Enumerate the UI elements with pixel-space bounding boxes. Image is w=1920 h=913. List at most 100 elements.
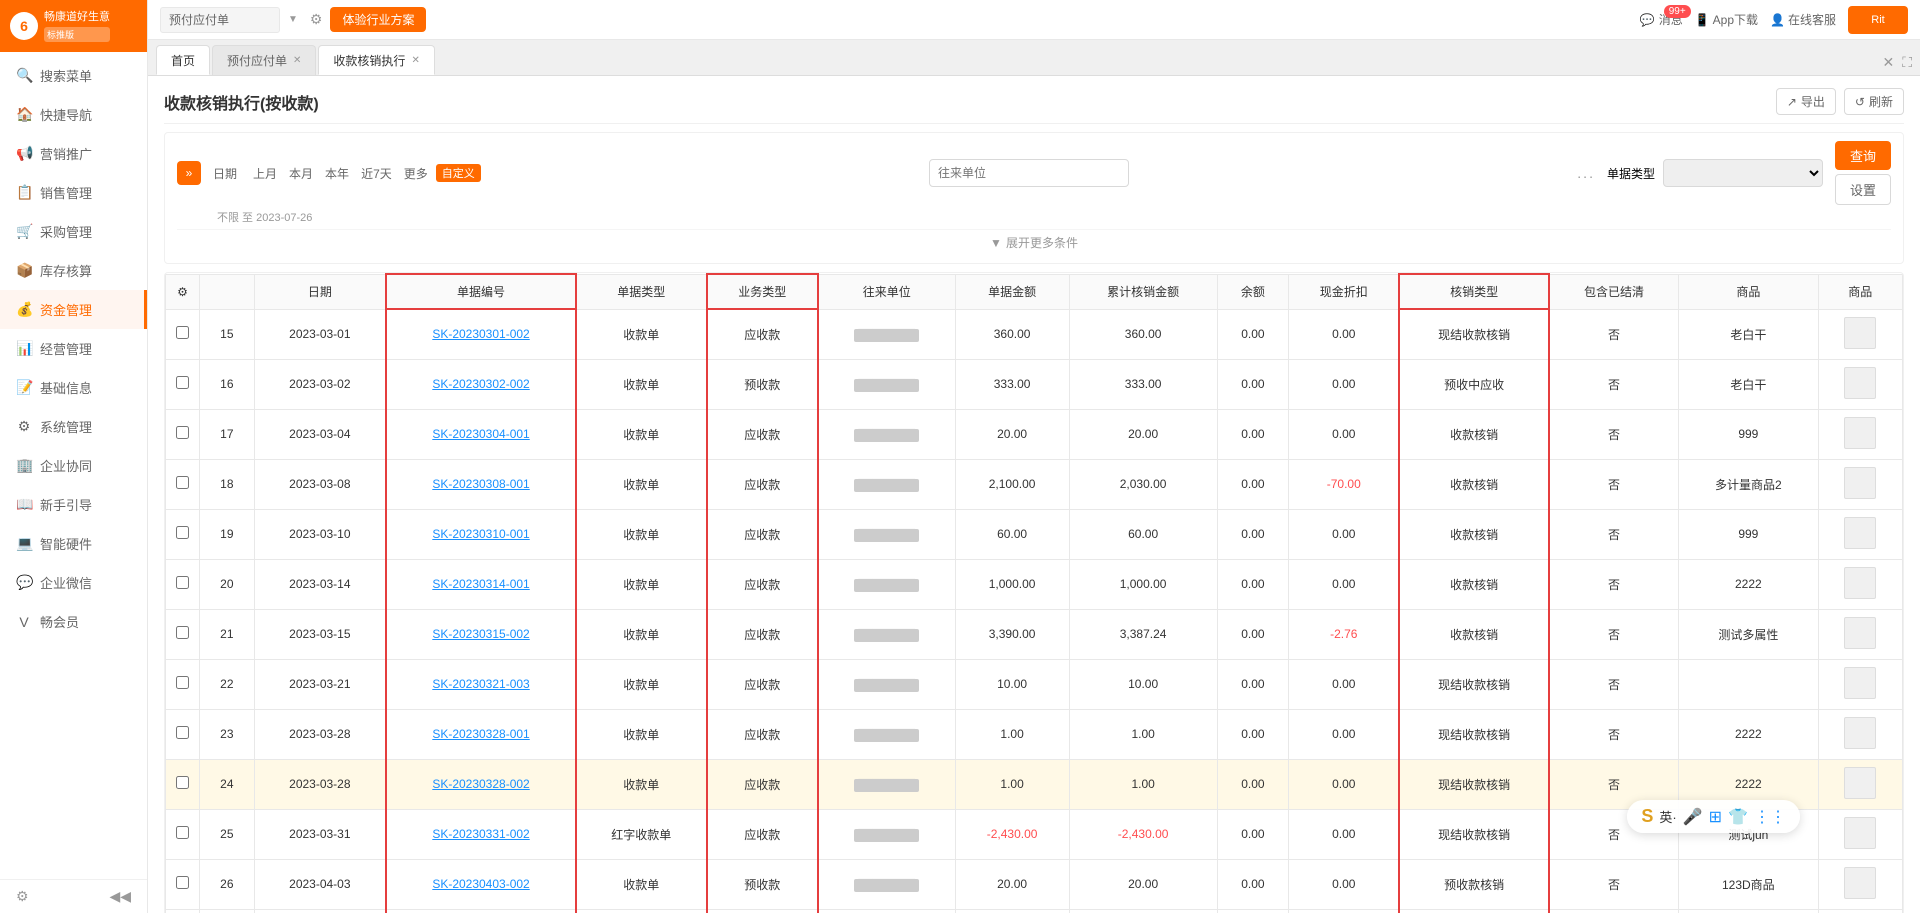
doc-no-link[interactable]: SK-20230308-001 — [432, 477, 529, 491]
cell-checkbox[interactable] — [166, 509, 200, 559]
sidebar-item-operations[interactable]: 📊经营管理 — [0, 329, 147, 368]
filter-unit-input[interactable] — [929, 159, 1129, 187]
sidebar-item-member[interactable]: V畅会员 — [0, 602, 147, 641]
query-button[interactable]: 查询 — [1835, 141, 1891, 170]
sidebar-collapse-icon[interactable]: ◀◀ — [109, 888, 131, 905]
row-checkbox[interactable] — [176, 626, 189, 639]
doc-no-link[interactable]: SK-20230331-002 — [432, 827, 529, 841]
tab-collection[interactable]: 收款核销执行 ✕ — [318, 45, 434, 75]
cell-balance: 0.00 — [1217, 809, 1289, 859]
cell-checkbox[interactable] — [166, 659, 200, 709]
sidebar-item-guide[interactable]: 📖新手引导 — [0, 485, 147, 524]
sidebar-item-quick-nav[interactable]: 🏠快捷导航 — [0, 95, 147, 134]
sidebar-item-system[interactable]: ⚙系统管理 — [0, 407, 147, 446]
row-checkbox[interactable] — [176, 326, 189, 339]
doc-no-link[interactable]: SK-20230315-002 — [432, 627, 529, 641]
tab-home[interactable]: 首页 — [156, 45, 210, 75]
row-checkbox[interactable] — [176, 426, 189, 439]
cell-checkbox[interactable] — [166, 309, 200, 359]
row-checkbox[interactable] — [176, 676, 189, 689]
cell-checkbox[interactable] — [166, 859, 200, 909]
cell-verify-type: 现结收款核销 — [1399, 909, 1549, 913]
filter-type-select[interactable] — [1663, 159, 1823, 187]
filter-this-month[interactable]: 本月 — [285, 163, 317, 184]
filter-more[interactable]: 更多 — [400, 163, 432, 184]
row-checkbox[interactable] — [176, 376, 189, 389]
topbar-app-download[interactable]: 📱 App下载 — [1695, 11, 1758, 28]
settings-button[interactable]: 设置 — [1835, 174, 1891, 205]
cell-doc-type: 收款单 — [576, 759, 706, 809]
sidebar-item-search[interactable]: 🔍搜索菜单 — [0, 56, 147, 95]
filter-toggle-btn[interactable]: » — [177, 161, 201, 185]
cell-seq: 22 — [200, 659, 255, 709]
col-header-gear[interactable]: ⚙ — [166, 274, 200, 309]
doc-no-link[interactable]: SK-20230302-002 — [432, 377, 529, 391]
cell-product-img — [1818, 309, 1902, 359]
row-checkbox[interactable] — [176, 826, 189, 839]
sidebar-item-enterprise[interactable]: 🏢企业协同 — [0, 446, 147, 485]
tab-prepay[interactable]: 预付应付单 ✕ — [212, 45, 316, 75]
tab-collection-close[interactable]: ✕ — [411, 55, 419, 66]
topbar-dropdown-icon[interactable]: ▼ — [288, 14, 298, 25]
watermark-mic-icon[interactable]: 🎤 — [1683, 807, 1703, 827]
service-label: 在线客服 — [1788, 11, 1836, 28]
message-icon: 💬 — [1640, 13, 1655, 27]
doc-no-link[interactable]: SK-20230314-001 — [432, 577, 529, 591]
cell-include-clear: 否 — [1549, 509, 1679, 559]
row-checkbox[interactable] — [176, 526, 189, 539]
doc-no-link[interactable]: SK-20230301-002 — [432, 327, 529, 341]
row-checkbox[interactable] — [176, 576, 189, 589]
cell-checkbox[interactable] — [166, 409, 200, 459]
row-checkbox[interactable] — [176, 776, 189, 789]
cell-checkbox[interactable] — [166, 459, 200, 509]
export-button[interactable]: ↗ 导出 — [1776, 88, 1836, 115]
topbar-breadcrumb[interactable]: 预付应付单 — [160, 7, 280, 33]
cell-verified: 1,000.00 — [1069, 559, 1217, 609]
cell-checkbox[interactable] — [166, 559, 200, 609]
cell-checkbox[interactable] — [166, 909, 200, 913]
export-icon: ↗ — [1787, 95, 1797, 109]
topbar-message[interactable]: 💬 消息 99+ — [1640, 11, 1683, 28]
cell-checkbox[interactable] — [166, 609, 200, 659]
sidebar-item-purchase[interactable]: 🛒采购管理 — [0, 212, 147, 251]
filter-last7[interactable]: 近7天 — [357, 163, 396, 184]
cell-checkbox[interactable] — [166, 809, 200, 859]
doc-no-link[interactable]: SK-20230328-001 — [432, 727, 529, 741]
cell-checkbox[interactable] — [166, 759, 200, 809]
topbar-gear-icon[interactable]: ⚙ — [310, 11, 323, 28]
sidebar-item-finance[interactable]: 💰资金管理 — [0, 290, 147, 329]
filter-this-year[interactable]: 本年 — [321, 163, 353, 184]
sidebar-item-basic[interactable]: 📝基础信息 — [0, 368, 147, 407]
doc-no-link[interactable]: SK-20230321-003 — [432, 677, 529, 691]
tab-prepay-close[interactable]: ✕ — [293, 55, 301, 66]
sidebar-label-sales: 销售管理 — [40, 183, 92, 202]
doc-no-link[interactable]: SK-20230328-002 — [432, 777, 529, 791]
filter-last-month[interactable]: 上月 — [249, 163, 281, 184]
watermark-grid-icon[interactable]: ⊞ — [1709, 807, 1722, 827]
cell-checkbox[interactable] — [166, 709, 200, 759]
row-checkbox[interactable] — [176, 476, 189, 489]
doc-no-link[interactable]: SK-20230310-001 — [432, 527, 529, 541]
doc-no-link[interactable]: SK-20230403-002 — [432, 877, 529, 891]
topbar-solution-button[interactable]: 体验行业方案 — [330, 7, 426, 32]
tabs-expand-icon[interactable]: ⛶ — [1902, 54, 1912, 71]
cell-verified: 1.00 — [1069, 759, 1217, 809]
row-checkbox[interactable] — [176, 726, 189, 739]
sidebar-item-inventory[interactable]: 📦库存核算 — [0, 251, 147, 290]
refresh-button[interactable]: ↺ 刷新 — [1844, 88, 1904, 115]
sidebar-item-wechat[interactable]: 💬企业微信 — [0, 563, 147, 602]
tabs-close-all-icon[interactable]: ✕ — [1882, 54, 1894, 71]
sidebar-settings-icon[interactable]: ⚙ — [16, 888, 29, 905]
doc-no-link[interactable]: SK-20230304-001 — [432, 427, 529, 441]
filter-expand[interactable]: ▼ 展开更多条件 — [177, 229, 1891, 255]
filter-custom-btn[interactable]: 自定义 — [436, 164, 481, 182]
row-checkbox[interactable] — [176, 876, 189, 889]
filter-dots[interactable]: ... — [1577, 165, 1595, 181]
sidebar-item-marketing[interactable]: 📢营销推广 — [0, 134, 147, 173]
cell-checkbox[interactable] — [166, 359, 200, 409]
sidebar-item-sales[interactable]: 📋销售管理 — [0, 173, 147, 212]
watermark-s-icon: S — [1641, 806, 1653, 827]
sidebar-item-hardware[interactable]: 💻智能硬件 — [0, 524, 147, 563]
topbar-online-service[interactable]: 👤 在线客服 — [1770, 11, 1836, 28]
watermark-apps-icon[interactable]: ⋮⋮ — [1754, 807, 1786, 827]
